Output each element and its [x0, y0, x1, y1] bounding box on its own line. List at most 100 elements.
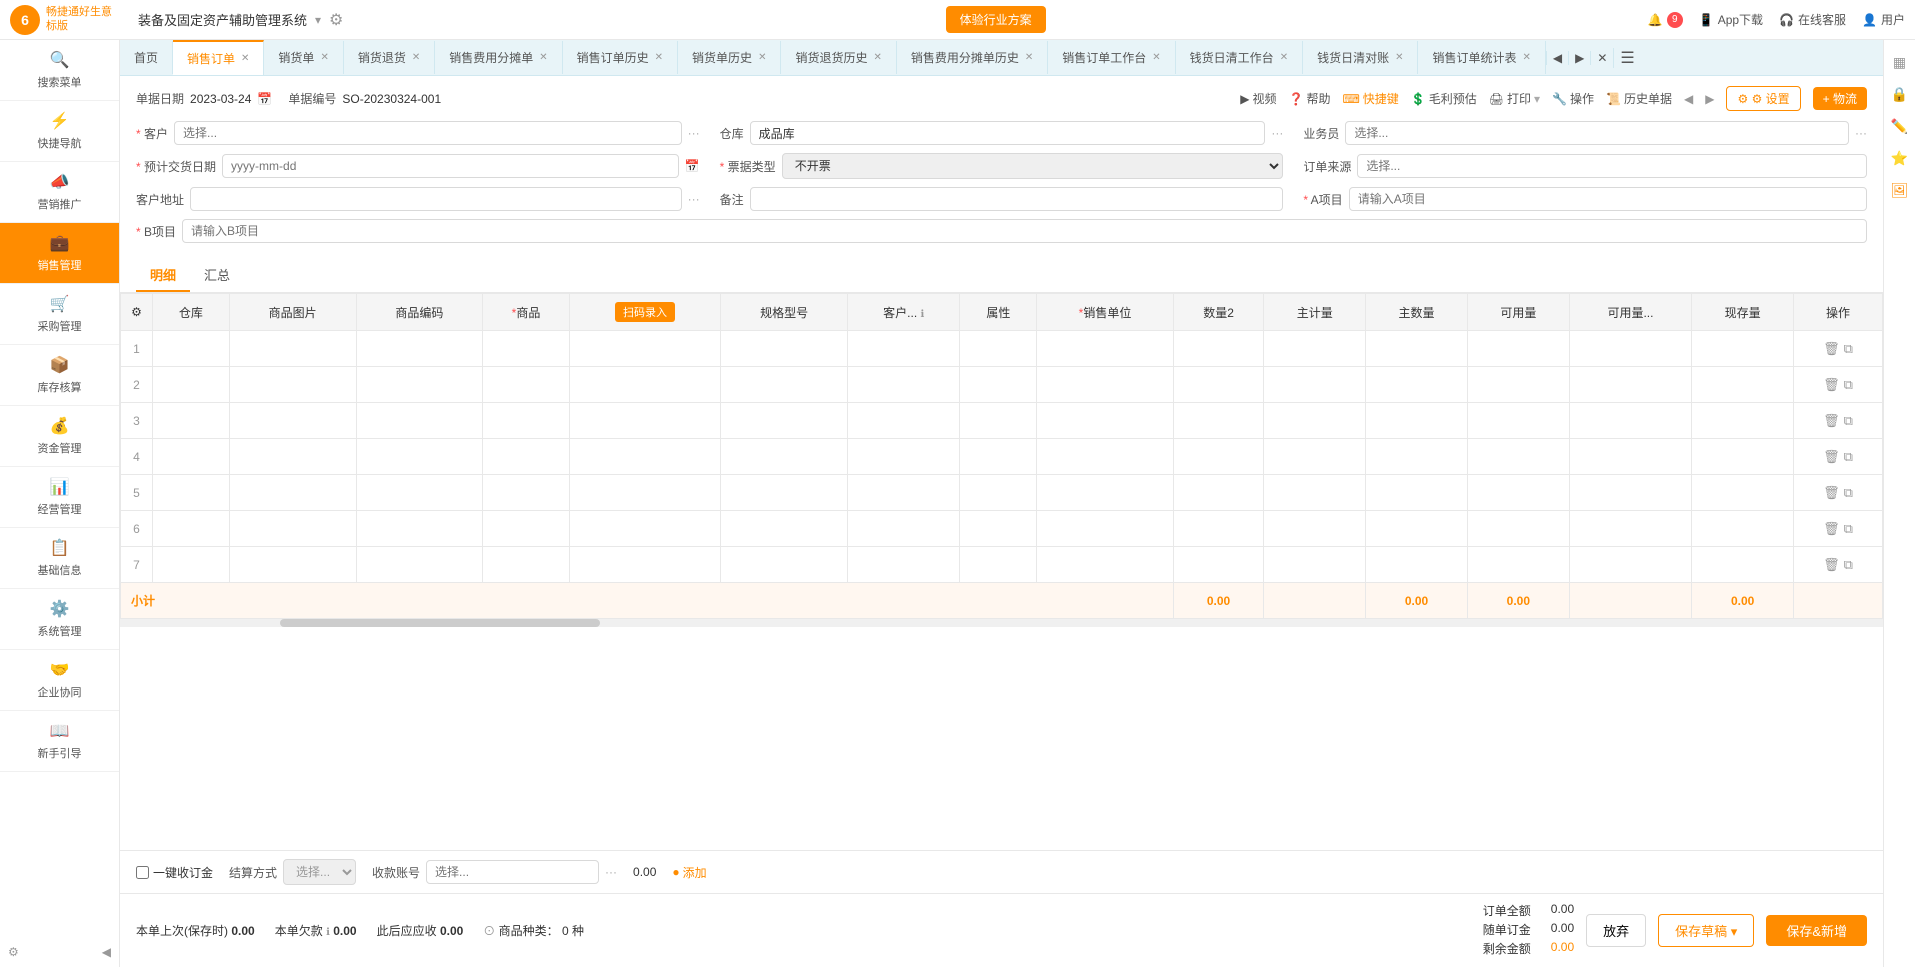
cell-1-main-uom[interactable] [1264, 331, 1366, 367]
shortcut-btn[interactable]: ⌨ 快捷键 [1342, 90, 1398, 107]
tab-close-cash-reconcile[interactable]: ✕ [1395, 52, 1403, 63]
cell-4-attr[interactable] [960, 439, 1037, 475]
cell-5-unit[interactable] [1037, 475, 1173, 511]
cell-1-image[interactable] [229, 331, 356, 367]
view-btn[interactable]: ▶ 视频 [1240, 90, 1276, 107]
cell-5-available2[interactable] [1569, 475, 1692, 511]
user-item[interactable]: 👤 用户 [1862, 11, 1905, 28]
cell-6-code[interactable] [356, 511, 483, 547]
tab-close-workbench[interactable]: ✕ [1152, 52, 1160, 63]
cell-5-current[interactable] [1692, 475, 1794, 511]
cell-6-available2[interactable] [1569, 511, 1692, 547]
sidebar-settings-icon[interactable]: ⚙ [8, 945, 19, 959]
tab-stats[interactable]: 销售订单统计表 ✕ [1418, 41, 1545, 74]
cell-1-customer[interactable] [848, 331, 960, 367]
tab-close-cash-workbench[interactable]: ✕ [1280, 52, 1288, 63]
cell-4-scan[interactable] [569, 439, 721, 475]
tab-sales-invoice[interactable]: 销货单 ✕ [264, 41, 343, 74]
cell-7-available2[interactable] [1569, 547, 1692, 583]
cell-3-available[interactable] [1467, 403, 1569, 439]
cell-7-warehouse[interactable] [153, 547, 230, 583]
copy-row-2-icon[interactable]: ⧉ [1844, 377, 1853, 393]
cell-2-attr[interactable] [960, 367, 1037, 403]
delete-row-6-icon[interactable]: 🗑 [1823, 521, 1840, 537]
detail-tab-detail[interactable]: 明细 [136, 259, 190, 292]
settings-btn[interactable]: ⚙ ⚙ 设置 [1726, 86, 1800, 111]
print-btn[interactable]: 🖨 打印 ▾ [1489, 90, 1540, 107]
sidebar-item-basic-info[interactable]: 📋 基础信息 [0, 528, 119, 589]
sidebar-collapse-icon[interactable]: ◀ [102, 945, 111, 959]
cell-5-warehouse[interactable] [153, 475, 230, 511]
cell-5-spec[interactable] [721, 475, 848, 511]
cell-5-main-uom[interactable] [1264, 475, 1366, 511]
customer-dots[interactable]: ··· [688, 126, 700, 140]
discard-button[interactable]: 放弃 [1586, 914, 1646, 947]
cell-7-attr[interactable] [960, 547, 1037, 583]
cell-1-warehouse[interactable] [153, 331, 230, 367]
cell-4-available2[interactable] [1569, 439, 1692, 475]
cell-5-image[interactable] [229, 475, 356, 511]
cell-4-available[interactable] [1467, 439, 1569, 475]
sidebar-item-enterprise[interactable]: 🤝 企业协同 [0, 650, 119, 711]
add-col-btn[interactable]: + 物流 [1813, 87, 1867, 110]
cell-7-qty2[interactable] [1173, 547, 1264, 583]
account-dots[interactable]: ··· [605, 865, 617, 879]
sidebar-item-operations[interactable]: 📊 经营管理 [0, 467, 119, 528]
tab-cash-workbench[interactable]: 钱货日清工作台 ✕ [1176, 41, 1303, 74]
tab-close-invoice[interactable]: ✕ [320, 52, 328, 63]
scrollbar-thumb[interactable] [280, 619, 600, 627]
cell-4-main-uom[interactable] [1264, 439, 1366, 475]
sidebar-item-finance[interactable]: 💰 资金管理 [0, 406, 119, 467]
cell-3-qty2[interactable] [1173, 403, 1264, 439]
tab-order-history[interactable]: 销售订单历史 ✕ [563, 41, 678, 74]
cell-2-code[interactable] [356, 367, 483, 403]
tab-close-stats[interactable]: ✕ [1523, 52, 1531, 63]
tab-invoice-history[interactable]: 销货单历史 ✕ [678, 41, 781, 74]
cell-1-main-qty[interactable] [1366, 331, 1468, 367]
tab-nav-prev[interactable]: ◀ [1546, 51, 1568, 65]
cell-5-code[interactable] [356, 475, 483, 511]
cell-3-code[interactable] [356, 403, 483, 439]
cell-1-product[interactable] [483, 331, 570, 367]
account-input[interactable] [426, 860, 599, 884]
nav-prev-icon[interactable]: ◀ [1684, 92, 1693, 106]
cell-4-spec[interactable] [721, 439, 848, 475]
cell-3-unit[interactable] [1037, 403, 1173, 439]
cell-6-customer[interactable] [848, 511, 960, 547]
cell-2-product[interactable] [483, 367, 570, 403]
profit-btn[interactable]: 💲 毛利预估 [1411, 90, 1477, 107]
right-icon-edit[interactable]: ✏️ [1886, 112, 1914, 140]
cell-3-attr[interactable] [960, 403, 1037, 439]
cell-2-customer[interactable] [848, 367, 960, 403]
cell-6-product[interactable] [483, 511, 570, 547]
cell-1-available2[interactable] [1569, 331, 1692, 367]
sidebar-item-purchase[interactable]: 🛒 采购管理 [0, 284, 119, 345]
cell-3-image[interactable] [229, 403, 356, 439]
cell-4-code[interactable] [356, 439, 483, 475]
cell-1-scan[interactable] [569, 331, 721, 367]
cell-7-main-uom[interactable] [1264, 547, 1366, 583]
cell-3-current[interactable] [1692, 403, 1794, 439]
right-icon-grid[interactable]: ▦ [1886, 48, 1914, 76]
cell-3-product[interactable] [483, 403, 570, 439]
cell-4-qty2[interactable] [1173, 439, 1264, 475]
tab-close-expense-history[interactable]: ✕ [1025, 52, 1033, 63]
cell-5-main-qty[interactable] [1366, 475, 1468, 511]
sidebar-item-marketing[interactable]: 📣 营销推广 [0, 162, 119, 223]
sidebar-item-inventory[interactable]: 📦 库存核算 [0, 345, 119, 406]
online-support-item[interactable]: 🎧 在线客服 [1779, 11, 1846, 28]
cell-3-warehouse[interactable] [153, 403, 230, 439]
cell-3-main-qty[interactable] [1366, 403, 1468, 439]
right-icon-lock[interactable]: 🔒 [1886, 80, 1914, 108]
right-icon-image[interactable]: 🖼 [1886, 176, 1914, 204]
cell-5-scan[interactable] [569, 475, 721, 511]
cell-7-spec[interactable] [721, 547, 848, 583]
copy-row-1-icon[interactable]: ⧉ [1844, 341, 1853, 357]
cell-6-main-qty[interactable] [1366, 511, 1468, 547]
cell-2-available[interactable] [1467, 367, 1569, 403]
tab-close-order-history[interactable]: ✕ [655, 52, 663, 63]
copy-row-4-icon[interactable]: ⧉ [1844, 449, 1853, 465]
cell-3-customer[interactable] [848, 403, 960, 439]
cell-6-current[interactable] [1692, 511, 1794, 547]
address-dots[interactable]: ··· [688, 192, 700, 206]
